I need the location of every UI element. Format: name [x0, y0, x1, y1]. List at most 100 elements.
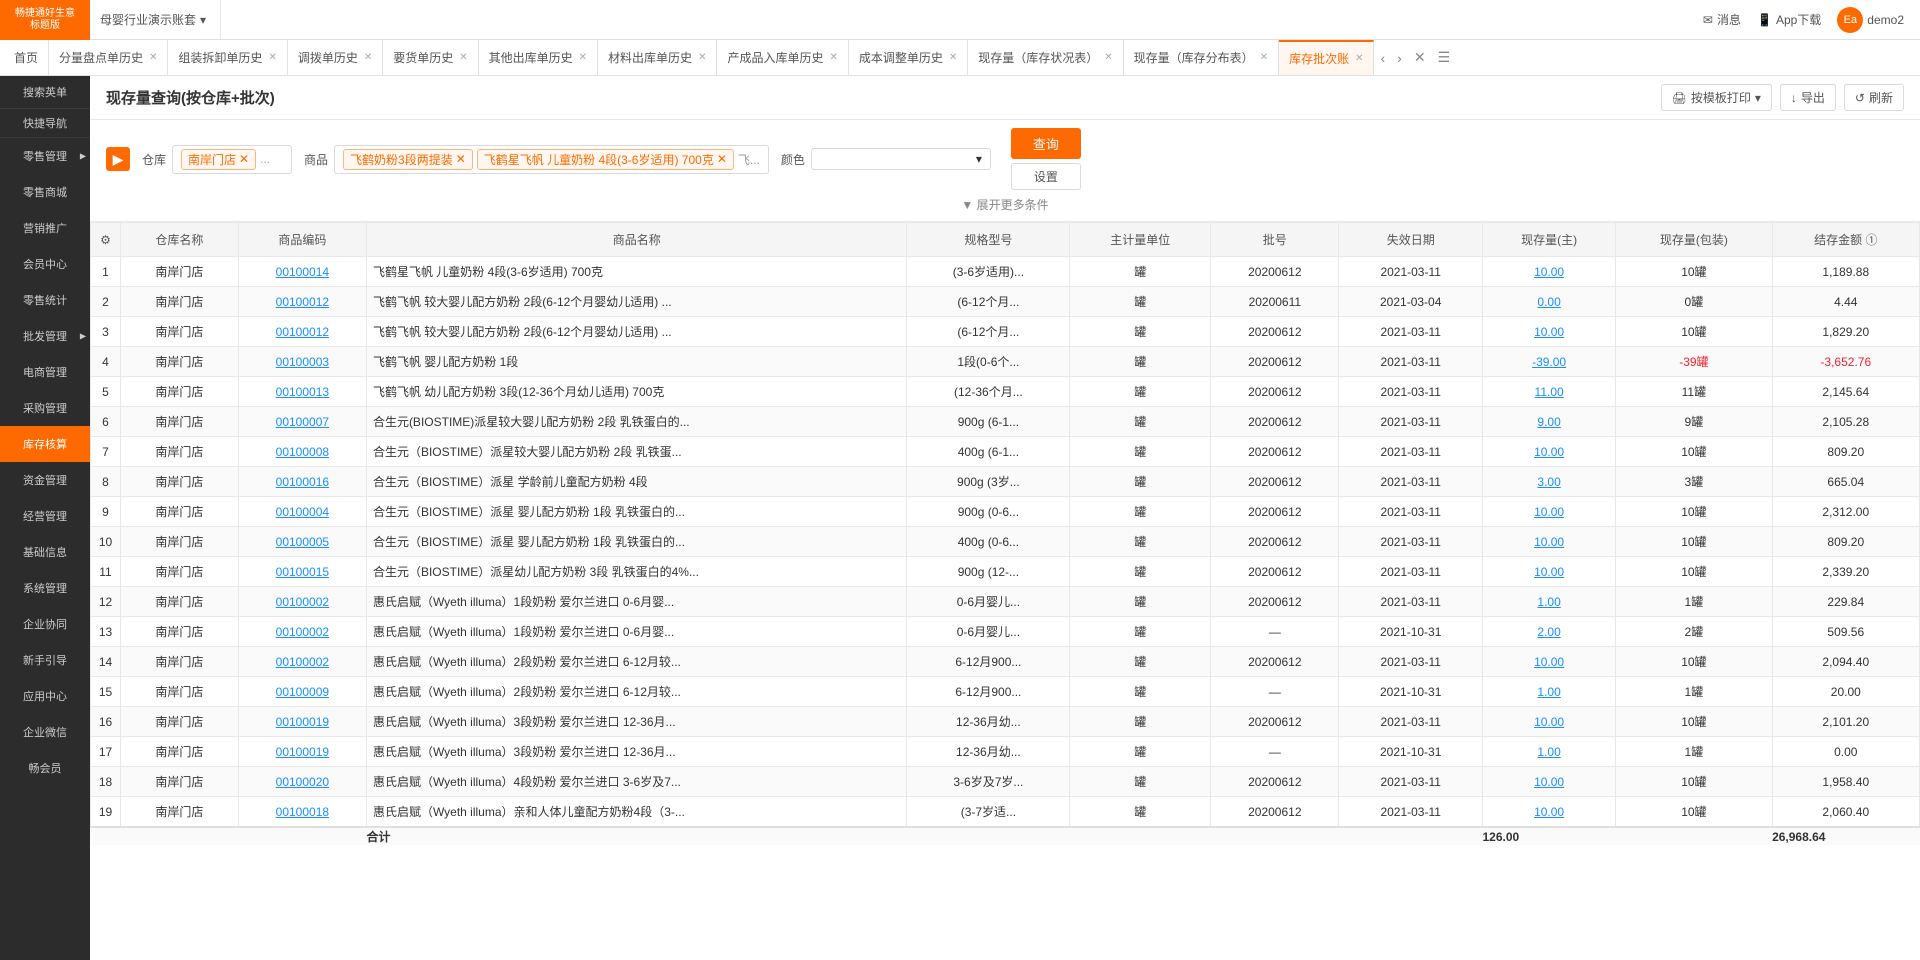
filter-expand-button[interactable]: ▶ — [106, 147, 130, 171]
sidebar-item-inventory[interactable]: 库存核算 — [0, 426, 90, 462]
tab-prev[interactable]: ‹ — [1374, 50, 1391, 66]
tab-zuzhuang[interactable]: 组装拆卸单历史✕ — [168, 40, 287, 76]
sidebar-item-apps[interactable]: 应用中心 — [0, 678, 90, 714]
tab-close-yaohuo[interactable]: ✕ — [459, 52, 467, 63]
sidebar-item-operation[interactable]: 经营管理 — [0, 498, 90, 534]
account-selector[interactable]: 母婴行业演示账套 ▾ — [90, 0, 221, 39]
cell-unit: 罐 — [1070, 437, 1211, 467]
tab-close-diaopo[interactable]: ✕ — [364, 52, 372, 63]
cell-warehouse: 南岸门店 — [121, 737, 239, 767]
th-icon: ⚙ — [91, 223, 121, 257]
set-button[interactable]: 设置 — [1011, 163, 1081, 190]
tab-qitachu[interactable]: 其他出库单历史✕ — [479, 40, 598, 76]
warehouse-input[interactable]: 南岸门店 ✕ ... — [172, 145, 292, 174]
tab-close-xiancun2[interactable]: ✕ — [1260, 52, 1268, 63]
tab-close-all[interactable]: ✕ — [1408, 49, 1432, 66]
sidebar-item-finance[interactable]: 资金管理 — [0, 462, 90, 498]
expand-more-button[interactable]: ▼ 展开更多条件 — [961, 196, 1048, 213]
th-qty-pkg: 现存量(包装) — [1616, 223, 1772, 257]
cell-batch: — — [1211, 617, 1339, 647]
cell-expire: 2021-03-04 — [1339, 287, 1483, 317]
tab-chengben[interactable]: 成本调整单历史✕ — [849, 40, 968, 76]
cell-code: 00100005 — [238, 527, 366, 557]
sidebar-item-ecommerce[interactable]: 电商管理 — [0, 354, 90, 390]
sidebar-item-wholesale[interactable]: 批发管理▶ — [0, 318, 90, 354]
product-tag-1-close[interactable]: ✕ — [456, 152, 466, 166]
sidebar-item-purchase[interactable]: 采购管理 — [0, 390, 90, 426]
table-row: 7 南岸门店 00100008 合生元（BIOSTIME）派星较大婴儿配方奶粉 … — [91, 437, 1920, 467]
cell-qty-pkg: 10罐 — [1616, 317, 1772, 347]
table-row: 2 南岸门店 00100012 飞鹤飞帆 较大婴儿配方奶粉 2段(6-12个月婴… — [91, 287, 1920, 317]
cell-qty-pkg: 10罐 — [1616, 767, 1772, 797]
cell-num: 10 — [91, 527, 121, 557]
tab-chengpin[interactable]: 产成品入库单历史✕ — [717, 40, 848, 76]
tab-close-xiancun1[interactable]: ✕ — [1104, 52, 1112, 63]
sidebar-item-marketing[interactable]: 营销推广 — [0, 210, 90, 246]
cell-num: 12 — [91, 587, 121, 617]
tab-close-zuzhuang[interactable]: ✕ — [268, 52, 276, 63]
tab-close-kucun[interactable]: ✕ — [1355, 53, 1363, 64]
tab-next[interactable]: › — [1391, 50, 1408, 66]
cell-unit: 罐 — [1070, 317, 1211, 347]
filter-action-buttons: 查询 设置 — [1011, 128, 1081, 190]
tab-home[interactable]: 首页 — [4, 40, 49, 76]
product-filter: 商品 飞鹤奶粉3段两提装 ✕ 飞鹤星飞帆 儿童奶粉 4段(3-6岁适用) 700… — [304, 145, 769, 174]
cell-num: 6 — [91, 407, 121, 437]
tab-cailiao[interactable]: 材料出库单历史✕ — [598, 40, 717, 76]
cell-batch: 20200612 — [1211, 467, 1339, 497]
tab-xiancun1[interactable]: 现存量（库存状况表）✕ — [968, 40, 1123, 76]
tab-close-qitachu[interactable]: ✕ — [579, 52, 587, 63]
sidebar-item-retail-shop[interactable]: 零售商城 — [0, 174, 90, 210]
cell-code: 00100009 — [238, 677, 366, 707]
tab-close-cailiao[interactable]: ✕ — [698, 52, 706, 63]
tab-diaopo[interactable]: 调拨单历史✕ — [288, 40, 383, 76]
cell-name: 合生元（BIOSTIME）派星 学龄前儿童配方奶粉 4段 — [366, 467, 907, 497]
footer-qty-total: 126.00 — [1483, 827, 1616, 845]
tab-close-chengpin[interactable]: ✕ — [829, 52, 837, 63]
table-row: 3 南岸门店 00100012 飞鹤飞帆 较大婴儿配方奶粉 2段(6-12个月婴… — [91, 317, 1920, 347]
cell-qty-pkg: 3罐 — [1616, 467, 1772, 497]
sidebar-item-basic-info[interactable]: 基础信息 — [0, 534, 90, 570]
sidebar-item-retail-stats[interactable]: 零售统计 — [0, 282, 90, 318]
tab-fenliang[interactable]: 分量盘点单历史✕ — [49, 40, 168, 76]
product-more: 飞... — [738, 151, 760, 168]
sidebar-item-retail-mgmt[interactable]: 零售管理▶ — [0, 138, 90, 174]
sidebar-item-member2[interactable]: 畅会员 — [0, 750, 90, 786]
color-input[interactable]: ▾ — [811, 148, 991, 170]
query-button[interactable]: 查询 — [1011, 128, 1081, 159]
user-avatar[interactable]: Ea demo2 — [1837, 7, 1904, 33]
tab-yaohuo[interactable]: 要货单历史✕ — [383, 40, 478, 76]
cell-spec: (3-6岁适用)... — [907, 257, 1070, 287]
tab-close-fenliang[interactable]: ✕ — [149, 52, 157, 63]
print-button[interactable]: 🖨 按模板打印 ▾ — [1661, 84, 1772, 111]
refresh-button[interactable]: ↺ 刷新 — [1844, 84, 1904, 111]
sidebar-item-quick[interactable]: 快捷导航 — [0, 109, 90, 138]
cell-qty-main: 10.00 — [1483, 257, 1616, 287]
cell-warehouse: 南岸门店 — [121, 497, 239, 527]
th-name: 商品名称 — [366, 223, 907, 257]
sidebar-item-guide[interactable]: 新手引导 — [0, 642, 90, 678]
table-row: 13 南岸门店 00100002 惠氏启赋（Wyeth illuma）1段奶粉 … — [91, 617, 1920, 647]
product-input[interactable]: 飞鹤奶粉3段两提装 ✕ 飞鹤星飞帆 儿童奶粉 4段(3-6岁适用) 700克 ✕… — [334, 145, 769, 174]
cell-name: 合生元（BIOSTIME）派星 婴儿配方奶粉 1段 乳铁蛋白的... — [366, 497, 907, 527]
cell-warehouse: 南岸门店 — [121, 437, 239, 467]
message-btn[interactable]: ✉ 消息 — [1703, 11, 1741, 28]
sidebar-item-enterprise[interactable]: 企业协同 — [0, 606, 90, 642]
warehouse-tag-close[interactable]: ✕ — [239, 152, 249, 166]
sidebar-item-system[interactable]: 系统管理 — [0, 570, 90, 606]
cell-amount: 2,339.20 — [1772, 557, 1919, 587]
sidebar-item-wechat[interactable]: 企业微信 — [0, 714, 90, 750]
cell-unit: 罐 — [1070, 257, 1211, 287]
sidebar-item-member[interactable]: 会员中心 — [0, 246, 90, 282]
cell-unit: 罐 — [1070, 347, 1211, 377]
logo: 畅捷通好生意 标题版 — [0, 0, 90, 40]
tab-xiancun2[interactable]: 现存量（库存分布表）✕ — [1124, 40, 1279, 76]
product-tag-2-close[interactable]: ✕ — [717, 152, 727, 166]
cell-amount: -3,652.76 — [1772, 347, 1919, 377]
tab-close-chengben[interactable]: ✕ — [949, 52, 957, 63]
app-download-btn[interactable]: 📱 App下载 — [1757, 11, 1821, 28]
tab-kucun-active[interactable]: 库存批次账✕ — [1279, 40, 1374, 76]
tab-menu[interactable]: ☰ — [1432, 49, 1457, 66]
export-button[interactable]: ↓ 导出 — [1780, 84, 1836, 111]
sidebar-item-search[interactable]: 搜索英单 — [0, 76, 90, 109]
